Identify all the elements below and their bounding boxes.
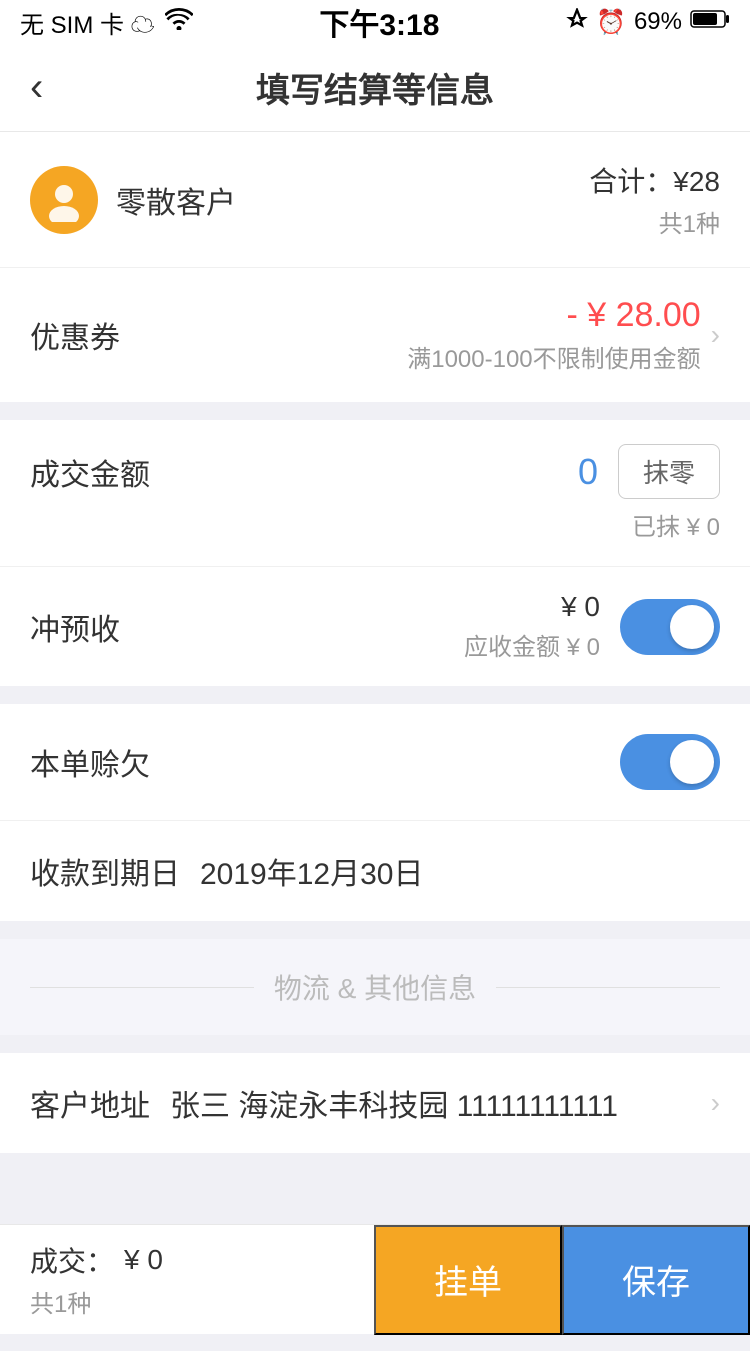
customer-section: 零散客户 合计：¥28 共1种 优惠券 - ¥ 28.00 满1000-100不…: [0, 132, 750, 402]
status-bar-left: 无 SIM 卡 ☁: [20, 5, 193, 40]
logistics-divider: 物流 & 其他信息: [30, 967, 720, 1007]
coupon-row[interactable]: 优惠券 - ¥ 28.00 满1000-100不限制使用金额 ›: [0, 267, 750, 402]
hang-button[interactable]: 挂单: [374, 1225, 562, 1335]
customer-total: 合计：¥28 共1种: [589, 160, 720, 239]
save-button[interactable]: 保存: [562, 1225, 750, 1335]
deal-right: 0 抹零: [578, 444, 720, 499]
bottom-bar: 成交： ¥ 0 共1种 挂单 保存: [0, 1224, 750, 1334]
logistics-line-left: [30, 987, 254, 988]
bottom-deal-label: 成交：: [30, 1240, 114, 1280]
pre-right: ¥ 0 应收金额 ¥ 0: [464, 591, 720, 662]
address-value: 张三 海淀永丰科技园 11111111111: [170, 1081, 711, 1125]
pre-amounts: ¥ 0 应收金额 ¥ 0: [464, 591, 600, 662]
customer-left: 零散客户: [30, 166, 236, 234]
location-icon: [566, 8, 588, 37]
due-date-row: 收款到期日 2019年12月30日: [0, 820, 750, 921]
pre-amount-sub: 应收金额 ¥ 0: [464, 627, 600, 662]
bottom-deal: 成交： ¥ 0: [30, 1240, 344, 1280]
coupon-arrow-icon: ›: [711, 319, 720, 351]
status-bar-right: ⏰ 69%: [566, 8, 730, 37]
logistics-header: 物流 & 其他信息: [0, 939, 750, 1035]
nav-bar: ‹ 填写结算等信息: [0, 44, 750, 132]
coupon-amount: - ¥ 28.00: [407, 296, 700, 335]
page-title: 填写结算等信息: [256, 63, 494, 112]
status-bar-time: 下午3:18: [319, 0, 439, 44]
back-button[interactable]: ‹: [30, 65, 43, 110]
deal-value: 0: [578, 451, 598, 493]
deal-section: 成交金额 0 抹零 已抹 ¥ 0 冲预收 ¥ 0 应收金额 ¥ 0: [0, 420, 750, 686]
deal-top: 成交金额 0 抹零: [30, 444, 720, 499]
pre-amount-main: ¥ 0: [464, 591, 600, 623]
wifi-icon: [165, 8, 193, 37]
total-amount: 合计：¥28: [589, 160, 720, 200]
bottom-count: 共1种: [30, 1284, 344, 1319]
battery-icon: [690, 8, 730, 37]
pre-receive-row: 冲预收 ¥ 0 应收金额 ¥ 0: [0, 566, 750, 686]
deal-sub: 已抹 ¥ 0: [30, 507, 720, 542]
coupon-right: - ¥ 28.00 满1000-100不限制使用金额: [407, 296, 700, 374]
debt-row: 本单赊欠: [0, 704, 750, 820]
total-count: 共1种: [589, 204, 720, 239]
due-date-value: 2019年12月30日: [200, 849, 423, 893]
coupon-right-wrap: - ¥ 28.00 满1000-100不限制使用金额 ›: [407, 296, 720, 374]
status-bar: 无 SIM 卡 ☁ 下午3:18 ⏰ 69%: [0, 0, 750, 44]
round-button[interactable]: 抹零: [618, 444, 720, 499]
address-section: 客户地址 张三 海淀永丰科技园 11111111111 ›: [0, 1053, 750, 1153]
logistics-label: 物流 & 其他信息: [274, 967, 476, 1007]
address-arrow-icon: ›: [711, 1087, 720, 1119]
pre-receive-toggle[interactable]: [620, 599, 720, 655]
bottom-deal-amount: ¥ 0: [124, 1244, 163, 1276]
bottom-info: 成交： ¥ 0 共1种: [0, 1240, 374, 1319]
debt-section: 本单赊欠 收款到期日 2019年12月30日: [0, 704, 750, 921]
customer-name: 零散客户: [116, 178, 236, 222]
logistics-line-right: [496, 987, 720, 988]
address-label: 客户地址: [30, 1081, 150, 1125]
due-date-label: 收款到期日: [30, 849, 180, 893]
pre-receive-label: 冲预收: [30, 605, 120, 649]
deal-row: 成交金额 0 抹零 已抹 ¥ 0: [0, 420, 750, 566]
coupon-desc: 满1000-100不限制使用金额: [407, 339, 700, 374]
debt-label: 本单赊欠: [30, 740, 150, 784]
customer-row: 零散客户 合计：¥28 共1种: [0, 132, 750, 267]
battery-text: 69%: [634, 8, 682, 36]
alarm-icon: ⏰: [596, 8, 626, 37]
deal-label: 成交金额: [30, 450, 150, 494]
address-row[interactable]: 客户地址 张三 海淀永丰科技园 11111111111 ›: [0, 1053, 750, 1153]
avatar: [30, 166, 98, 234]
coupon-label: 优惠券: [30, 313, 120, 357]
debt-toggle[interactable]: [620, 734, 720, 790]
no-sim-text: 无 SIM 卡 ☁: [20, 5, 155, 40]
logistics-section: 物流 & 其他信息: [0, 939, 750, 1035]
